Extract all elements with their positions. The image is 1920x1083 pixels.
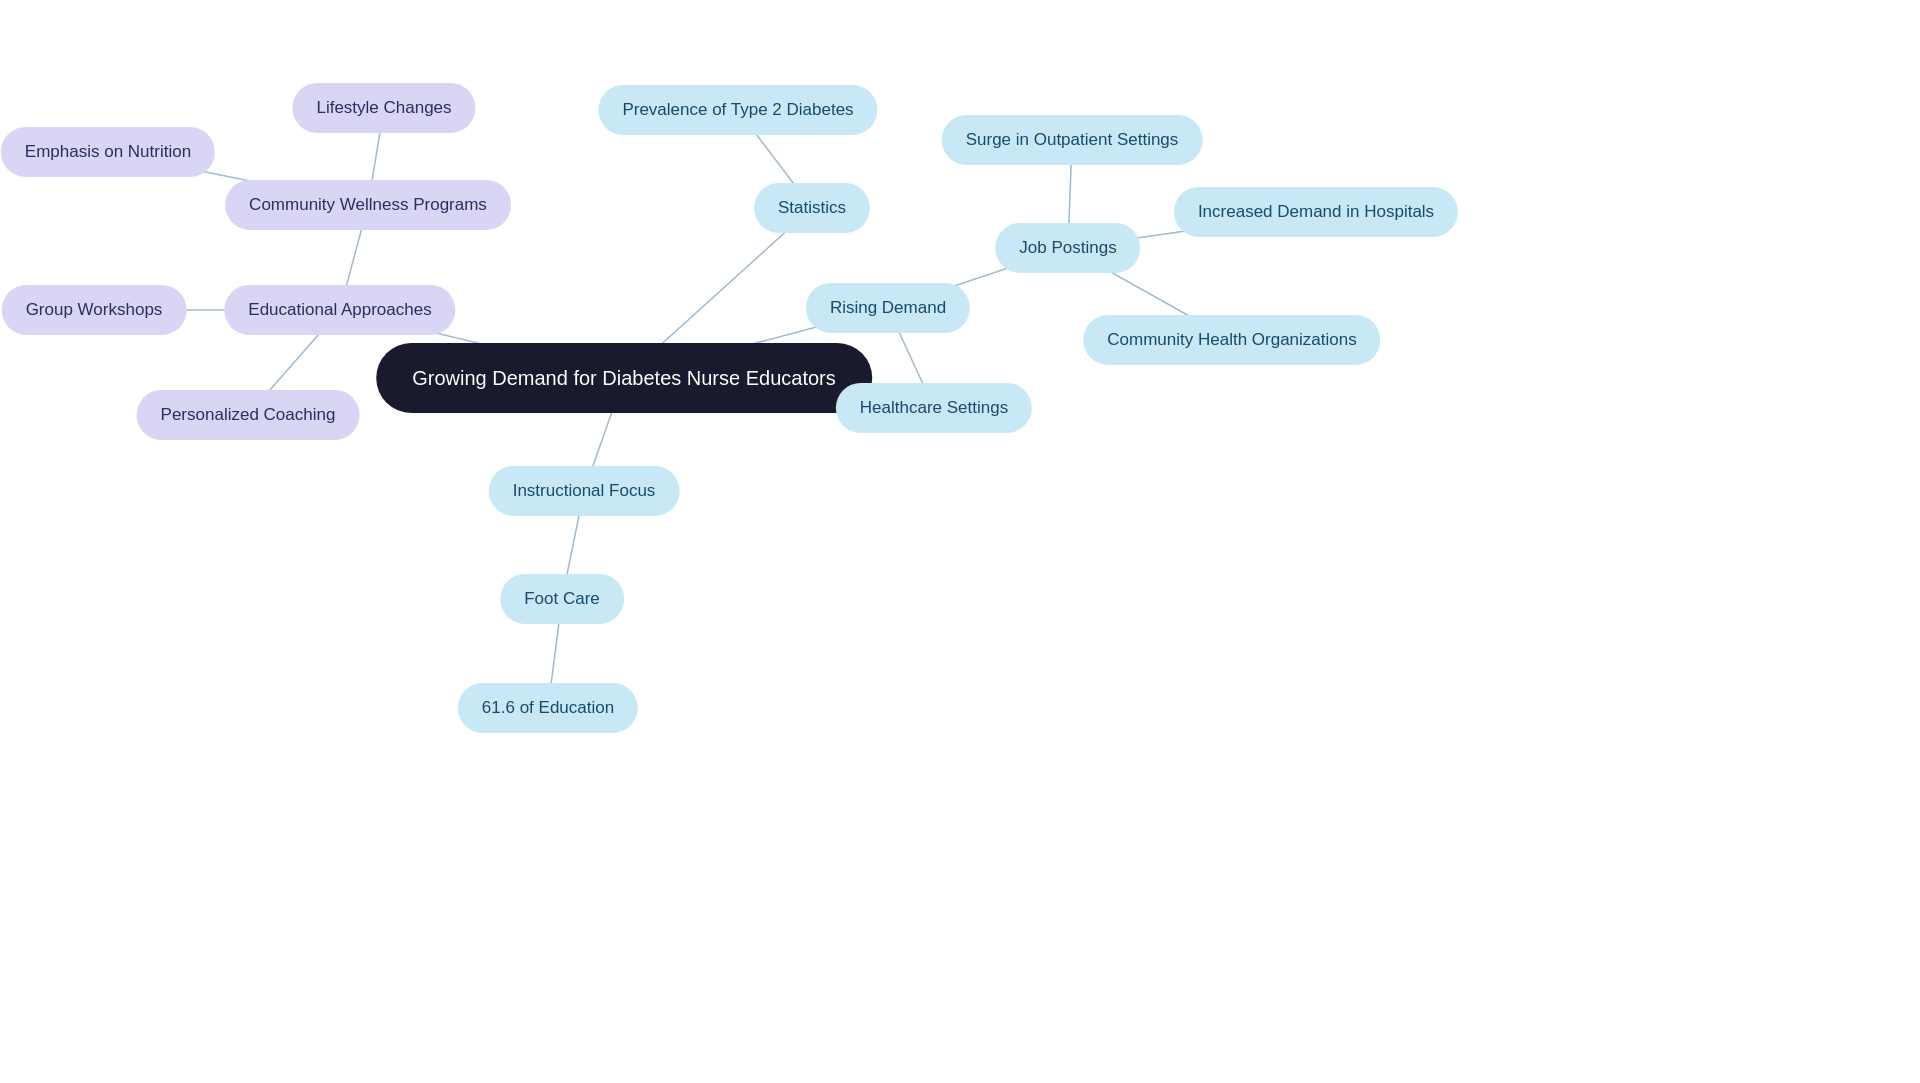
surge-outpatient-node[interactable]: Surge in Outpatient Settings [942, 115, 1203, 165]
job-postings-node[interactable]: Job Postings [995, 223, 1140, 273]
emphasis-nutrition-node[interactable]: Emphasis on Nutrition [1, 127, 215, 177]
increased-demand-hospitals-node[interactable]: Increased Demand in Hospitals [1174, 187, 1458, 237]
prevalence-diabetes-node[interactable]: Prevalence of Type 2 Diabetes [598, 85, 877, 135]
61-education-node[interactable]: 61.6 of Education [458, 683, 638, 733]
instructional-focus-node[interactable]: Instructional Focus [489, 466, 680, 516]
lifestyle-changes-node[interactable]: Lifestyle Changes [292, 83, 475, 133]
community-health-orgs-node[interactable]: Community Health Organizations [1083, 315, 1380, 365]
community-wellness-node[interactable]: Community Wellness Programs [225, 180, 511, 230]
personalized-coaching-node[interactable]: Personalized Coaching [137, 390, 360, 440]
center-node[interactable]: Growing Demand for Diabetes Nurse Educat… [376, 343, 872, 413]
statistics-node[interactable]: Statistics [754, 183, 870, 233]
educational-approaches-node[interactable]: Educational Approaches [224, 285, 455, 335]
healthcare-settings-node[interactable]: Healthcare Settings [836, 383, 1032, 433]
foot-care-node[interactable]: Foot Care [500, 574, 624, 624]
mind-map-container: Growing Demand for Diabetes Nurse Educat… [0, 0, 1920, 1083]
group-workshops-node[interactable]: Group Workshops [2, 285, 187, 335]
rising-demand-node[interactable]: Rising Demand [806, 283, 970, 333]
